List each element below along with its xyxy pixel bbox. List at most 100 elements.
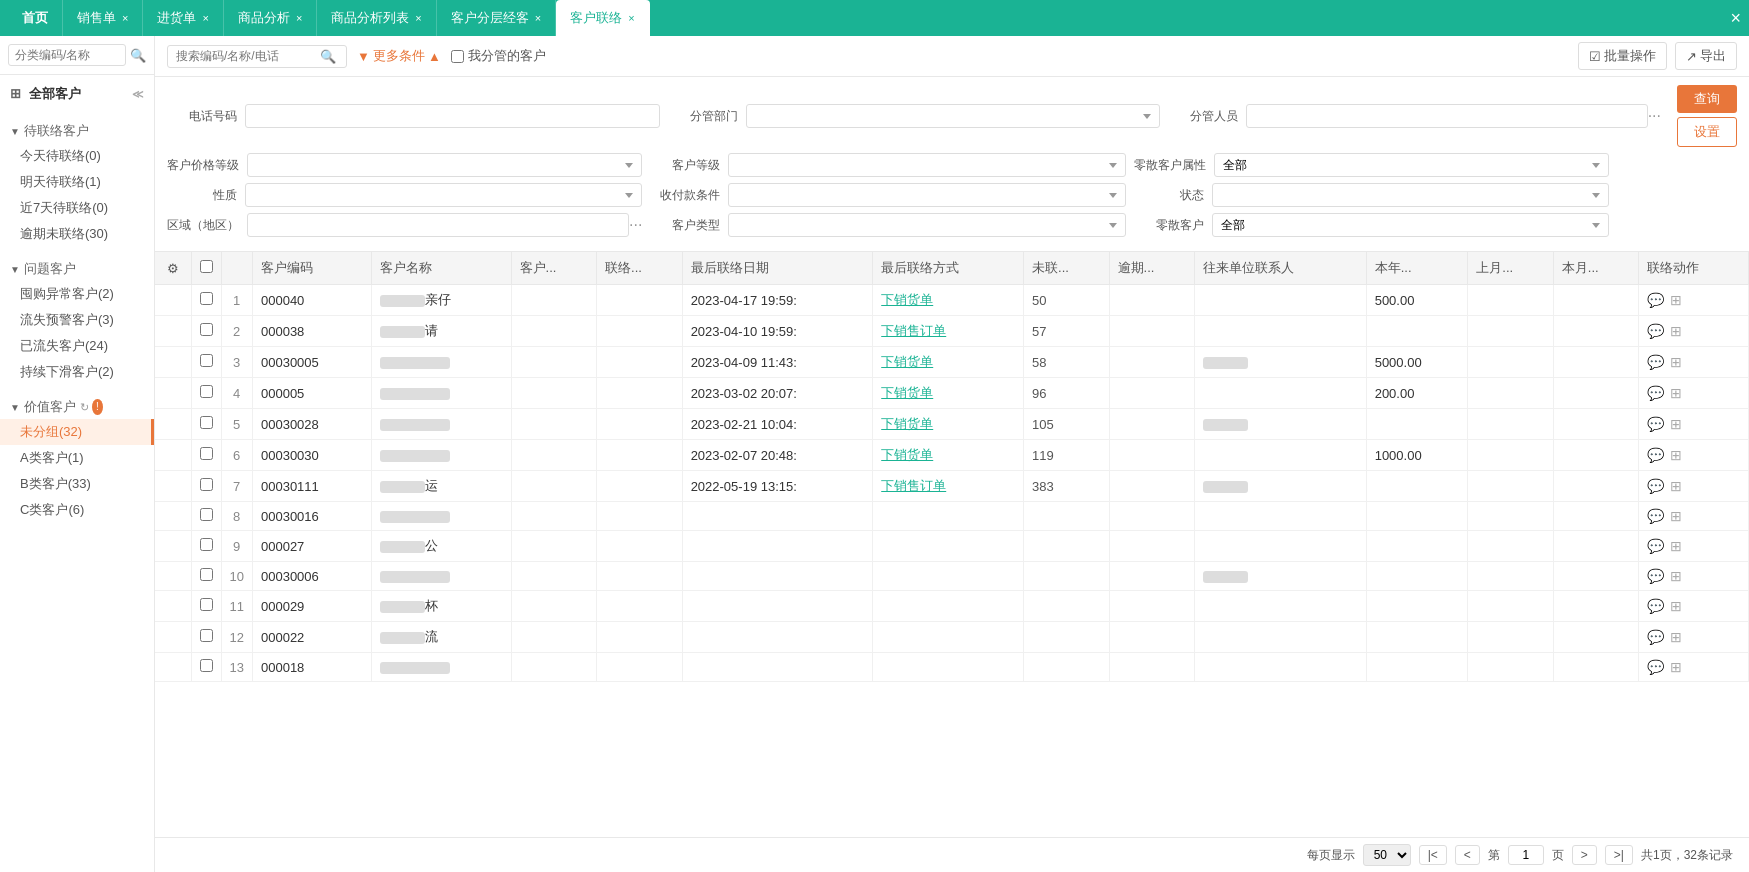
- grid-action-icon[interactable]: ⊞: [1670, 629, 1682, 645]
- chat-icon[interactable]: 💬: [1647, 416, 1664, 432]
- close-all-button[interactable]: ×: [1730, 8, 1741, 29]
- nav-customer-segment[interactable]: 客户分层经客 ×: [437, 0, 556, 36]
- region-dots[interactable]: ···: [629, 217, 642, 233]
- sidebar-item-class-b[interactable]: B类客户(33): [0, 471, 154, 497]
- col-unit-contact[interactable]: 往来单位联系人: [1195, 252, 1367, 285]
- batch-op-button[interactable]: ☑ 批量操作: [1578, 42, 1667, 70]
- row-last-way[interactable]: 下销售订单: [873, 316, 1024, 347]
- row-checkbox[interactable]: [200, 508, 213, 521]
- col-last-month[interactable]: 上月...: [1468, 252, 1554, 285]
- sidebar-group-value-title[interactable]: ▼ 价值客户 ↻ !: [0, 393, 154, 419]
- row-last-way[interactable]: 下销售订单: [873, 471, 1024, 502]
- sidebar-item-overdue[interactable]: 逾期未联络(30): [0, 221, 154, 247]
- row-checkbox[interactable]: [200, 568, 213, 581]
- chat-icon[interactable]: 💬: [1647, 385, 1664, 401]
- grid-action-icon[interactable]: ⊞: [1670, 568, 1682, 584]
- row-checkbox-cell[interactable]: [191, 440, 221, 471]
- reset-button[interactable]: 设置: [1677, 117, 1737, 147]
- sidebar-item-ungroup[interactable]: 未分组(32): [0, 419, 154, 445]
- person-input[interactable]: [1246, 104, 1647, 128]
- sidebar-collapse-icon[interactable]: ≪: [132, 88, 144, 101]
- row-last-way[interactable]: [873, 562, 1024, 591]
- nature-select[interactable]: [245, 183, 642, 207]
- row-checkbox-cell[interactable]: [191, 562, 221, 591]
- sidebar-item-class-c[interactable]: C类客户(6): [0, 497, 154, 523]
- nav-customer-contact[interactable]: 客户联络 ×: [556, 0, 649, 36]
- col-last-way[interactable]: 最后联络方式: [873, 252, 1024, 285]
- chat-icon[interactable]: 💬: [1647, 629, 1664, 645]
- sidebar-search-input[interactable]: [8, 44, 126, 66]
- refresh-icon[interactable]: ↻: [80, 401, 89, 414]
- grid-action-icon[interactable]: ⊞: [1670, 538, 1682, 554]
- nav-analysis[interactable]: 商品分析 ×: [224, 0, 317, 36]
- grid-action-icon[interactable]: ⊞: [1670, 598, 1682, 614]
- select-all-checkbox[interactable]: [200, 260, 213, 273]
- retail-customer-select[interactable]: 全部: [1212, 213, 1609, 237]
- chat-icon[interactable]: 💬: [1647, 292, 1664, 308]
- customer-level-select[interactable]: [728, 153, 1125, 177]
- nav-analysis-list[interactable]: 商品分析列表 ×: [317, 0, 436, 36]
- my-customers-checkbox[interactable]: [451, 50, 464, 63]
- person-dots[interactable]: ···: [1648, 108, 1661, 124]
- nav-analysis-list-close[interactable]: ×: [415, 12, 421, 24]
- grid-action-icon[interactable]: ⊞: [1670, 354, 1682, 370]
- row-checkbox[interactable]: [200, 354, 213, 367]
- row-last-way[interactable]: [873, 591, 1024, 622]
- row-last-way[interactable]: [873, 531, 1024, 562]
- chat-icon[interactable]: 💬: [1647, 568, 1664, 584]
- grid-action-icon[interactable]: ⊞: [1670, 292, 1682, 308]
- chat-icon[interactable]: 💬: [1647, 323, 1664, 339]
- main-search-input[interactable]: [176, 49, 316, 63]
- sidebar-item-tomorrow[interactable]: 明天待联络(1): [0, 169, 154, 195]
- nav-sales-close[interactable]: ×: [122, 12, 128, 24]
- chat-icon[interactable]: 💬: [1647, 508, 1664, 524]
- main-search-icon[interactable]: 🔍: [320, 49, 336, 64]
- sidebar-item-abnormal[interactable]: 囤购异常客户(2): [0, 281, 154, 307]
- sidebar-item-declining[interactable]: 持续下滑客户(2): [0, 359, 154, 385]
- row-checkbox[interactable]: [200, 538, 213, 551]
- sidebar-search-icon[interactable]: 🔍: [130, 48, 146, 63]
- row-last-way[interactable]: 下销货单: [873, 378, 1024, 409]
- price-level-select[interactable]: [247, 153, 642, 177]
- row-checkbox-cell[interactable]: [191, 378, 221, 409]
- payment-select[interactable]: [728, 183, 1125, 207]
- row-checkbox-cell[interactable]: [191, 502, 221, 531]
- row-checkbox-cell[interactable]: [191, 622, 221, 653]
- row-checkbox[interactable]: [200, 598, 213, 611]
- row-last-way[interactable]: 下销货单: [873, 347, 1024, 378]
- nav-home[interactable]: 首页: [8, 0, 63, 36]
- sidebar-item-today[interactable]: 今天待联络(0): [0, 143, 154, 169]
- chat-icon[interactable]: 💬: [1647, 447, 1664, 463]
- nav-purchase-close[interactable]: ×: [202, 12, 208, 24]
- row-checkbox[interactable]: [200, 385, 213, 398]
- row-checkbox-cell[interactable]: [191, 347, 221, 378]
- my-customers-checkbox-area[interactable]: 我分管的客户: [451, 47, 546, 65]
- nav-analysis-close[interactable]: ×: [296, 12, 302, 24]
- sidebar-all-customers[interactable]: ⊞ 全部客户 ≪: [0, 79, 154, 109]
- row-checkbox[interactable]: [200, 659, 213, 672]
- grid-action-icon[interactable]: ⊞: [1670, 508, 1682, 524]
- grid-action-icon[interactable]: ⊞: [1670, 478, 1682, 494]
- col-this-month[interactable]: 本月...: [1553, 252, 1639, 285]
- grid-action-icon[interactable]: ⊞: [1670, 385, 1682, 401]
- retail-attr-select[interactable]: 全部: [1214, 153, 1609, 177]
- grid-action-icon[interactable]: ⊞: [1670, 659, 1682, 675]
- nav-customer-contact-close[interactable]: ×: [628, 12, 634, 24]
- col-this-year[interactable]: 本年...: [1366, 252, 1468, 285]
- export-button[interactable]: ↗ 导出: [1675, 42, 1737, 70]
- chat-icon[interactable]: 💬: [1647, 354, 1664, 370]
- row-checkbox[interactable]: [200, 292, 213, 305]
- per-page-select[interactable]: 50: [1363, 844, 1411, 866]
- col-name[interactable]: 客户名称: [371, 252, 511, 285]
- sidebar-item-class-a[interactable]: A类客户(1): [0, 445, 154, 471]
- row-checkbox-cell[interactable]: [191, 409, 221, 440]
- prev-page-btn[interactable]: <: [1455, 845, 1480, 865]
- last-page-btn[interactable]: >|: [1605, 845, 1633, 865]
- row-checkbox-cell[interactable]: [191, 316, 221, 347]
- grid-action-icon[interactable]: ⊞: [1670, 447, 1682, 463]
- col-code[interactable]: 客户编码: [252, 252, 371, 285]
- row-checkbox[interactable]: [200, 629, 213, 642]
- sidebar-item-7days[interactable]: 近7天待联络(0): [0, 195, 154, 221]
- row-checkbox[interactable]: [200, 447, 213, 460]
- row-checkbox-cell[interactable]: [191, 591, 221, 622]
